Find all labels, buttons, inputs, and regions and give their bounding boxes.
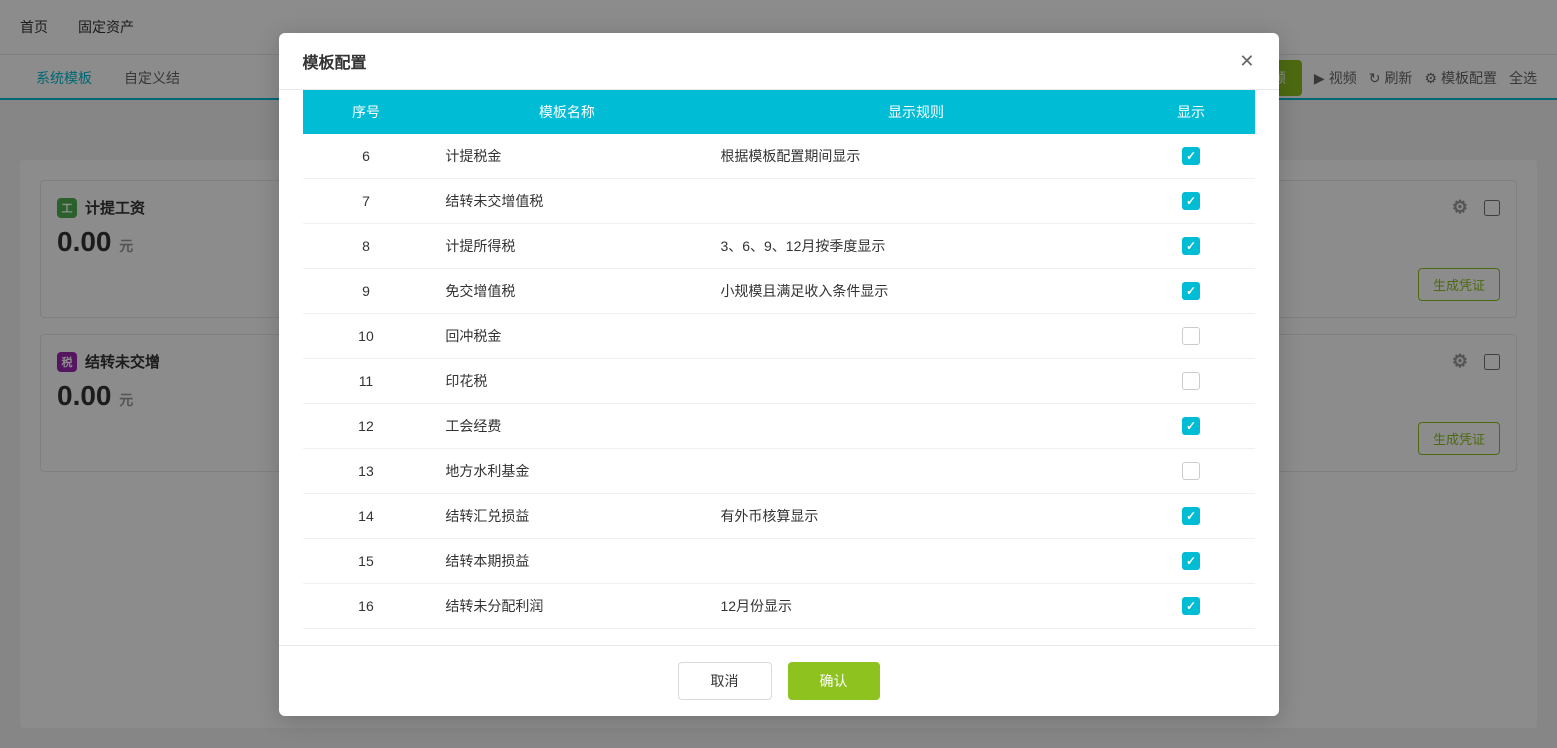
cell-rule: 12月份显示 <box>704 583 1127 628</box>
table-row: 13地方水利基金 <box>303 448 1255 493</box>
cell-rule: 有外币核算显示 <box>704 493 1127 538</box>
cell-rule <box>704 313 1127 358</box>
table-row: 6计提税金根据模板配置期间显示 <box>303 134 1255 179</box>
table-row: 7结转未交增值税 <box>303 178 1255 223</box>
cell-checkbox <box>1128 403 1255 448</box>
cell-seq: 11 <box>303 358 430 403</box>
cell-seq: 8 <box>303 223 430 268</box>
checkbox-checked[interactable] <box>1182 552 1200 570</box>
cell-seq: 7 <box>303 178 430 223</box>
cell-name: 免交增值税 <box>429 268 704 313</box>
cell-name: 印花税 <box>429 358 704 403</box>
cell-name: 回冲税金 <box>429 313 704 358</box>
checkbox-checked[interactable] <box>1182 507 1200 525</box>
cell-checkbox <box>1128 134 1255 179</box>
checkbox-checked[interactable] <box>1182 282 1200 300</box>
dialog-footer: 取消 确认 <box>279 645 1279 716</box>
table-row: 14结转汇兑损益有外币核算显示 <box>303 493 1255 538</box>
checkbox-unchecked[interactable] <box>1182 372 1200 390</box>
table-row: 15结转本期损益 <box>303 538 1255 583</box>
cell-checkbox <box>1128 583 1255 628</box>
cell-rule <box>704 403 1127 448</box>
cell-name: 结转本期损益 <box>429 538 704 583</box>
cell-checkbox <box>1128 448 1255 493</box>
cell-name: 计提所得税 <box>429 223 704 268</box>
cell-checkbox <box>1128 268 1255 313</box>
col-header-display: 显示 <box>1128 90 1255 134</box>
cell-seq: 12 <box>303 403 430 448</box>
cell-name: 结转未交增值税 <box>429 178 704 223</box>
cell-rule <box>704 358 1127 403</box>
cell-seq: 16 <box>303 583 430 628</box>
close-dialog-button[interactable]: ✕ <box>1239 52 1254 70</box>
cell-name: 计提税金 <box>429 134 704 179</box>
confirm-button[interactable]: 确认 <box>788 662 880 700</box>
table-row: 12工会经费 <box>303 403 1255 448</box>
table-row: 16结转未分配利润12月份显示 <box>303 583 1255 628</box>
table-row: 10回冲税金 <box>303 313 1255 358</box>
cell-rule <box>704 538 1127 583</box>
dialog-body: 序号 模板名称 显示规则 显示 6计提税金根据模板配置期间显示7结转未交增值税8… <box>279 90 1279 645</box>
cell-rule: 小规模且满足收入条件显示 <box>704 268 1127 313</box>
checkbox-checked[interactable] <box>1182 192 1200 210</box>
cell-seq: 6 <box>303 134 430 179</box>
table-header-row: 序号 模板名称 显示规则 显示 <box>303 90 1255 134</box>
table-row: 9免交增值税小规模且满足收入条件显示 <box>303 268 1255 313</box>
cell-checkbox <box>1128 178 1255 223</box>
cell-checkbox <box>1128 313 1255 358</box>
cell-name: 地方水利基金 <box>429 448 704 493</box>
cell-rule <box>704 448 1127 493</box>
checkbox-checked[interactable] <box>1182 237 1200 255</box>
cell-rule: 3、6、9、12月按季度显示 <box>704 223 1127 268</box>
cell-seq: 13 <box>303 448 430 493</box>
dialog-title: 模板配置 <box>303 49 367 73</box>
table-row: 8计提所得税3、6、9、12月按季度显示 <box>303 223 1255 268</box>
cell-rule <box>704 178 1127 223</box>
dialog-header: 模板配置 ✕ <box>279 33 1279 90</box>
cell-rule: 根据模板配置期间显示 <box>704 134 1127 179</box>
config-table: 序号 模板名称 显示规则 显示 6计提税金根据模板配置期间显示7结转未交增值税8… <box>303 90 1255 629</box>
checkbox-unchecked[interactable] <box>1182 462 1200 480</box>
checkbox-checked[interactable] <box>1182 147 1200 165</box>
cell-name: 结转汇兑损益 <box>429 493 704 538</box>
col-header-seq: 序号 <box>303 90 430 134</box>
cell-checkbox <box>1128 223 1255 268</box>
modal-overlay: 模板配置 ✕ 序号 模板名称 显示规则 显示 6计提税金根据模板配置期间显示7结… <box>0 0 1557 748</box>
cell-seq: 10 <box>303 313 430 358</box>
checkbox-checked[interactable] <box>1182 417 1200 435</box>
checkbox-checked[interactable] <box>1182 597 1200 615</box>
cell-name: 结转未分配利润 <box>429 583 704 628</box>
cell-name: 工会经费 <box>429 403 704 448</box>
cell-checkbox <box>1128 538 1255 583</box>
cell-seq: 9 <box>303 268 430 313</box>
col-header-rule: 显示规则 <box>704 90 1127 134</box>
col-header-name: 模板名称 <box>429 90 704 134</box>
checkbox-unchecked[interactable] <box>1182 327 1200 345</box>
cell-seq: 14 <box>303 493 430 538</box>
template-config-dialog: 模板配置 ✕ 序号 模板名称 显示规则 显示 6计提税金根据模板配置期间显示7结… <box>279 33 1279 716</box>
cancel-button[interactable]: 取消 <box>678 662 772 700</box>
cell-checkbox <box>1128 493 1255 538</box>
table-row: 11印花税 <box>303 358 1255 403</box>
cell-checkbox <box>1128 358 1255 403</box>
cell-seq: 15 <box>303 538 430 583</box>
